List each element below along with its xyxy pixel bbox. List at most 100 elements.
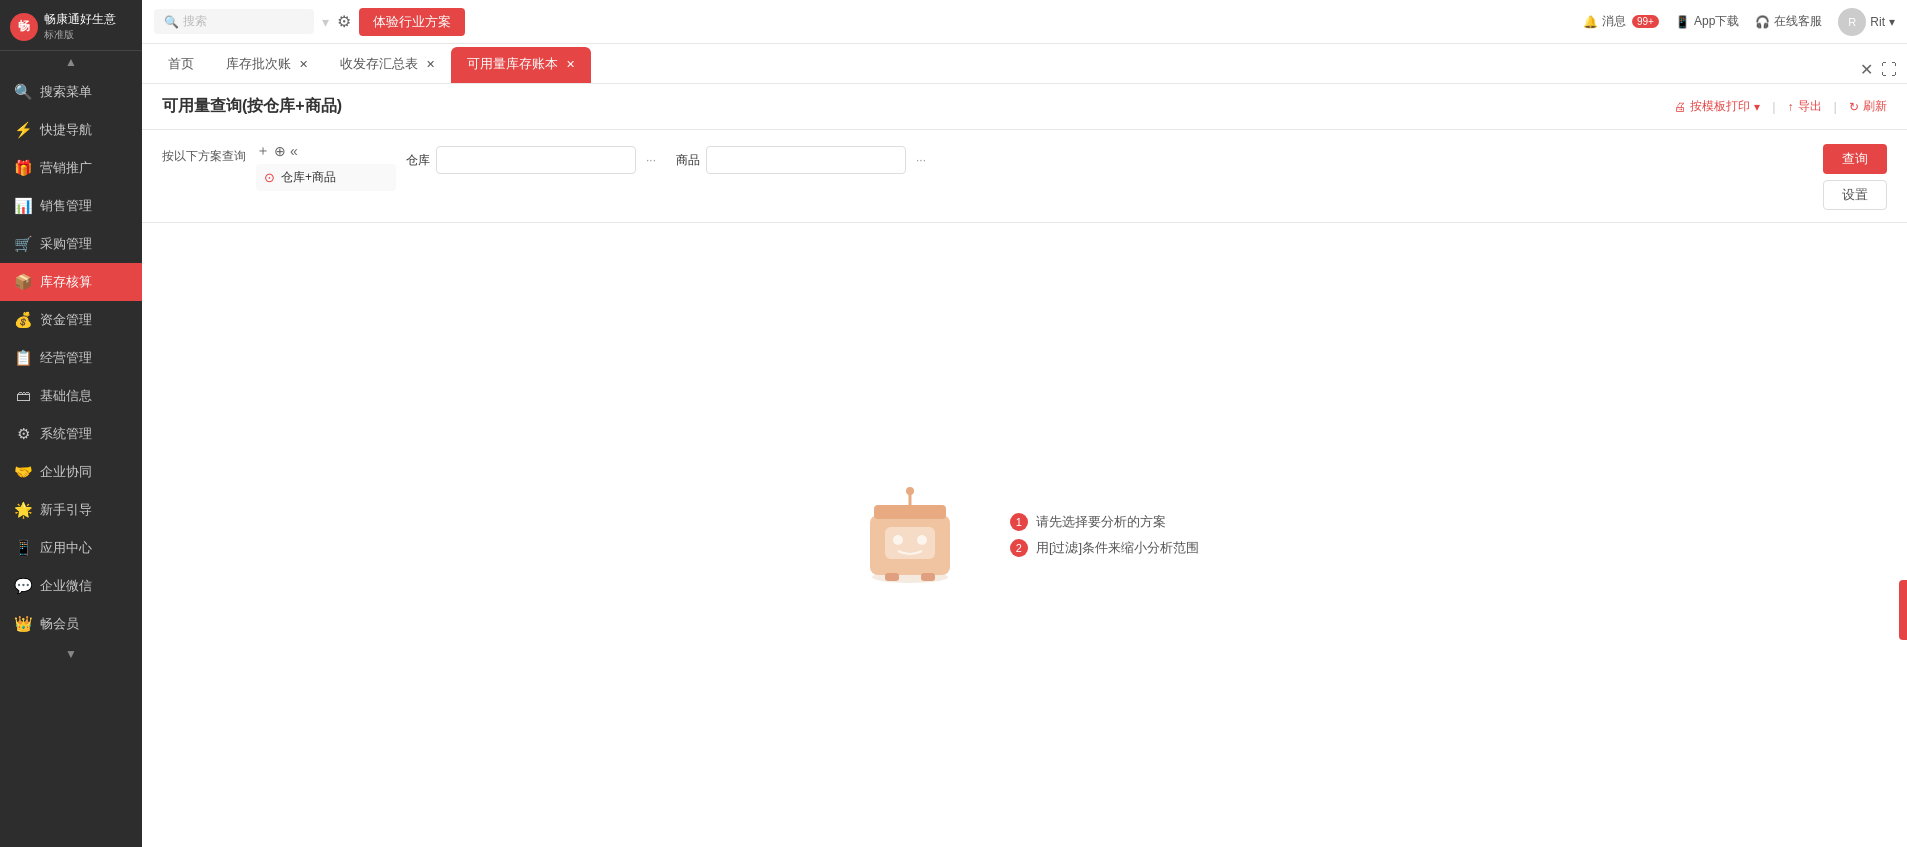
chart-icon: 📊: [14, 197, 32, 215]
sidebar-item-basic[interactable]: 🗃 基础信息: [0, 377, 142, 415]
settings-button[interactable]: 设置: [1823, 180, 1887, 210]
sidebar-item-quick-nav[interactable]: ⚡ 快捷导航: [0, 111, 142, 149]
sidebar-item-inventory[interactable]: 📦 库存核算: [0, 263, 142, 301]
tab-home[interactable]: 首页: [152, 47, 210, 83]
tabbar-actions: ✕ ⛶: [1860, 60, 1897, 83]
tab-home-label: 首页: [168, 55, 194, 73]
empty-content: 1 请先选择要分析的方案 2 用[过滤]条件来缩小分析范围: [850, 485, 1199, 585]
settings-icon[interactable]: ⚙: [337, 12, 351, 31]
gear-icon: ⚙: [14, 425, 32, 443]
bell-icon: 🔔: [1583, 15, 1598, 29]
search-icon: 🔍: [164, 15, 179, 29]
online-service-button[interactable]: 🎧 在线客服: [1755, 13, 1822, 30]
tab-close-icon[interactable]: ✕: [426, 59, 435, 70]
sidebar-item-app-center[interactable]: 📱 应用中心: [0, 529, 142, 567]
collapse-icon[interactable]: «: [290, 143, 298, 159]
topbar-right: 🔔 消息 99+ 📱 App下载 🎧 在线客服 R Rit ▾: [1583, 8, 1895, 36]
sidebar-item-operations[interactable]: 📋 经营管理: [0, 339, 142, 377]
sidebar-item-marketing[interactable]: 🎁 营销推广: [0, 149, 142, 187]
divider: |: [1834, 99, 1837, 114]
goods-more-icon[interactable]: ···: [916, 153, 926, 167]
sidebar-item-label: 企业微信: [40, 577, 92, 595]
svg-rect-2: [874, 505, 946, 519]
warehouse-input[interactable]: [436, 146, 636, 174]
topbar-search-box[interactable]: 🔍 搜索: [154, 9, 314, 34]
dropdown-icon[interactable]: ▾: [322, 14, 329, 30]
phone-icon: 📱: [14, 539, 32, 557]
query-fields: 仓库 ··· 商品 ···: [406, 142, 1813, 174]
topbar: 🔍 搜索 ▾ ⚙ 体验行业方案 🔔 消息 99+ 📱 App下载 🎧 在线客服 …: [142, 0, 1907, 44]
print-template-button[interactable]: 🖨 按模板打印 ▾: [1674, 98, 1760, 115]
app-download-button[interactable]: 📱 App下载: [1675, 13, 1739, 30]
empty-tip-2: 2 用[过滤]条件来缩小分析范围: [1010, 539, 1199, 557]
tab-receive-summary[interactable]: 收发存汇总表 ✕: [324, 47, 451, 83]
sidebar-scroll-up[interactable]: ▲: [0, 51, 142, 73]
box-icon: 📦: [14, 273, 32, 291]
lightning-icon: ⚡: [14, 121, 32, 139]
query-section: 按以下方案查询 ＋ ⊕ « ⊙ 仓库+商品 仓库 ···: [142, 130, 1907, 223]
sidebar-item-membership[interactable]: 👑 畅会员: [0, 605, 142, 643]
sidebar-item-label: 营销推广: [40, 159, 92, 177]
sidebar-item-label: 快捷导航: [40, 121, 92, 139]
avatar: R: [1838, 8, 1866, 36]
tip-number-1: 1: [1010, 513, 1028, 531]
sidebar-item-label: 畅会员: [40, 615, 79, 633]
scheme-type-icon: ⊙: [264, 170, 275, 185]
add-scheme-icon[interactable]: ＋: [256, 142, 270, 160]
empty-tip-1: 1 请先选择要分析的方案: [1010, 513, 1199, 531]
query-button[interactable]: 查询: [1823, 144, 1887, 174]
clipboard-icon: 📋: [14, 349, 32, 367]
expand-icon[interactable]: ⛶: [1881, 61, 1897, 79]
tab-batch-accounts[interactable]: 库存批次账 ✕: [210, 47, 324, 83]
sidebar-item-label: 销售管理: [40, 197, 92, 215]
tab-close-icon[interactable]: ✕: [299, 59, 308, 70]
sidebar-item-wechat[interactable]: 💬 企业微信: [0, 567, 142, 605]
empty-tips: 1 请先选择要分析的方案 2 用[过滤]条件来缩小分析范围: [1010, 513, 1199, 557]
chevron-down-icon: ▾: [1889, 15, 1895, 29]
sidebar-logo: 畅: [10, 13, 38, 41]
sidebar-edition: 标准版: [44, 28, 116, 42]
headset-icon: 🎧: [1755, 15, 1770, 29]
sidebar-item-finance[interactable]: 💰 资金管理: [0, 301, 142, 339]
sidebar-item-sales[interactable]: 📊 销售管理: [0, 187, 142, 225]
tab-batch-accounts-label: 库存批次账: [226, 55, 291, 73]
chevron-down-icon: ▾: [1754, 100, 1760, 114]
sidebar-scroll-down[interactable]: ▼: [0, 643, 142, 665]
sidebar-item-label: 企业协同: [40, 463, 92, 481]
goods-input[interactable]: [706, 146, 906, 174]
sidebar-company-info: 畅康通好生意 标准版: [44, 12, 116, 42]
svg-point-4: [893, 535, 903, 545]
refresh-button[interactable]: ↻ 刷新: [1849, 98, 1887, 115]
svg-point-7: [906, 487, 914, 495]
empty-illustration: [850, 485, 970, 585]
sidebar-item-search[interactable]: 🔍 搜索菜单: [0, 73, 142, 111]
tab-available-stock-label: 可用量库存账本: [467, 55, 558, 73]
export-button[interactable]: ↑ 导出: [1788, 98, 1822, 115]
sidebar-item-guide[interactable]: 🌟 新手引导: [0, 491, 142, 529]
sidebar-item-label: 采购管理: [40, 235, 92, 253]
message-button[interactable]: 🔔 消息 99+: [1583, 13, 1659, 30]
sidebar-company-name: 畅康通好生意: [44, 12, 116, 28]
user-avatar[interactable]: R Rit ▾: [1838, 8, 1895, 36]
tab-close-icon[interactable]: ✕: [566, 59, 575, 70]
warehouse-label: 仓库: [406, 152, 430, 169]
svg-rect-9: [921, 573, 935, 581]
sidebar-item-collab[interactable]: 🤝 企业协同: [0, 453, 142, 491]
main-area: 🔍 搜索 ▾ ⚙ 体验行业方案 🔔 消息 99+ 📱 App下载 🎧 在线客服 …: [142, 0, 1907, 847]
scheme-item[interactable]: ⊙ 仓库+商品: [256, 164, 396, 191]
sidebar-item-label: 系统管理: [40, 425, 92, 443]
query-actions: 查询 设置: [1823, 142, 1887, 210]
search-icon: 🔍: [14, 83, 32, 101]
gift-icon: 🎁: [14, 159, 32, 177]
sidebar-item-purchase[interactable]: 🛒 采购管理: [0, 225, 142, 263]
export-icon: ↑: [1788, 100, 1794, 114]
manage-schemes-icon[interactable]: ⊕: [274, 143, 286, 159]
svg-point-5: [917, 535, 927, 545]
tab-available-stock[interactable]: 可用量库存账本 ✕: [451, 47, 591, 83]
close-icon[interactable]: ✕: [1860, 60, 1873, 79]
refresh-label: 刷新: [1863, 98, 1887, 115]
trial-button[interactable]: 体验行业方案: [359, 8, 465, 36]
tip-text-1: 请先选择要分析的方案: [1036, 513, 1166, 531]
sidebar-item-system[interactable]: ⚙ 系统管理: [0, 415, 142, 453]
warehouse-more-icon[interactable]: ···: [646, 153, 656, 167]
